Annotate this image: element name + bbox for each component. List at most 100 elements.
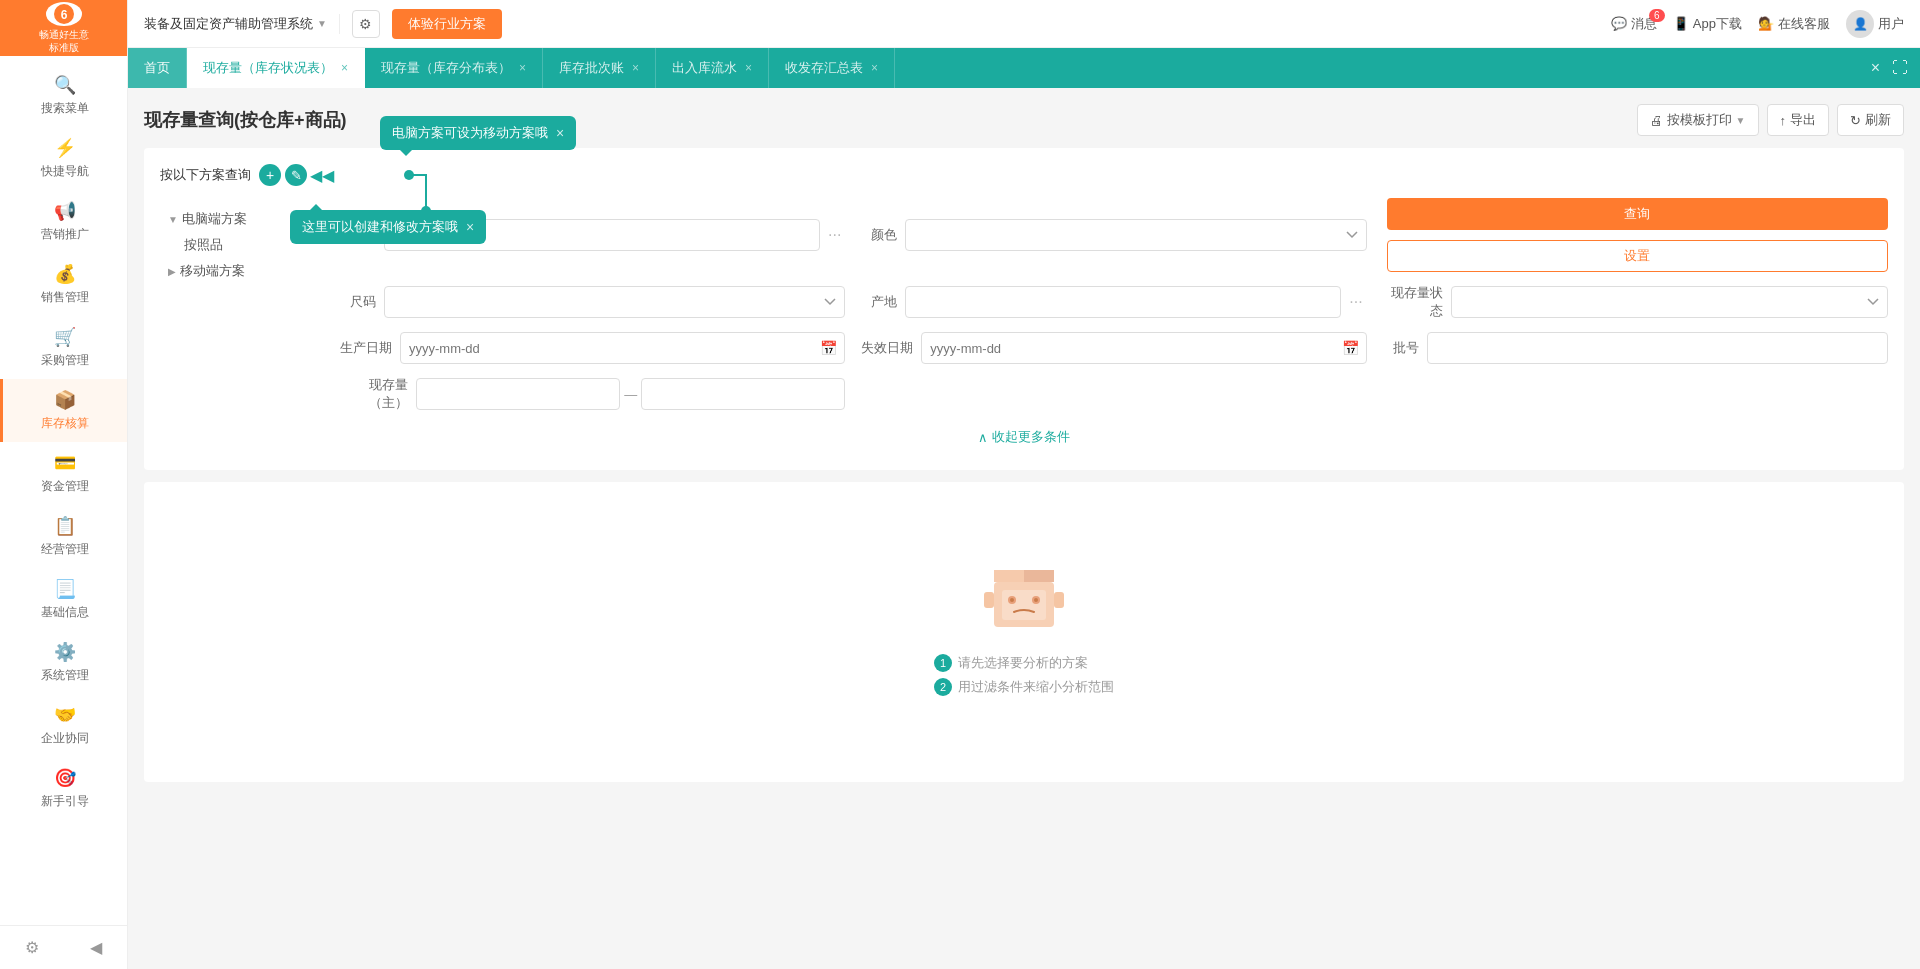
tabs-actions: × ⛶: [1859, 55, 1920, 81]
user-btn[interactable]: 👤 用户: [1846, 10, 1904, 38]
batch-label: 批号: [1379, 339, 1419, 357]
tab-close-inventory-dist[interactable]: ×: [519, 61, 526, 75]
tooltip-text-1: 电脑方案可设为移动方案哦: [392, 124, 548, 142]
filter-row-2: 尺码 产地 ···: [336, 284, 1888, 320]
expire-date-calendar-icon[interactable]: 📅: [1342, 340, 1359, 356]
messages-btn[interactable]: 💬 消息 6: [1611, 15, 1657, 33]
stock-qty-label: 现存量（主）: [336, 376, 408, 412]
search-btn[interactable]: 查询: [1387, 198, 1888, 230]
sidebar-item-sales[interactable]: 💰 销售管理: [0, 253, 127, 316]
tab-maximize-btn[interactable]: ⛶: [1888, 55, 1912, 81]
header-divider: [339, 14, 340, 34]
sidebar-settings-btn[interactable]: ⚙: [25, 938, 39, 957]
tab-inventory-dist[interactable]: 现存量（库存分布表） ×: [365, 48, 543, 88]
origin-more-btn[interactable]: ···: [1345, 293, 1366, 311]
app-logo: 6 畅通好生意 标准版: [0, 0, 127, 56]
tab-close-inout[interactable]: ×: [745, 61, 752, 75]
scheme-arrow-icon: ▼: [168, 214, 178, 225]
tab-close-all-btn[interactable]: ×: [1867, 55, 1884, 81]
scheme-arrow-btn[interactable]: ◀◀: [311, 164, 333, 186]
tab-batch-account[interactable]: 库存批次账 ×: [543, 48, 656, 88]
export-label: 导出: [1790, 111, 1816, 129]
tab-close-inventory-status[interactable]: ×: [341, 61, 348, 75]
svg-rect-8: [984, 592, 994, 608]
sidebar: 6 畅通好生意 标准版 🔍 搜索菜单 ⚡ 快捷导航 📢 营销推广 💰 销售管理 …: [0, 0, 128, 969]
sidebar-item-label: 销售管理: [41, 289, 89, 306]
export-btn[interactable]: ↑ 导出: [1767, 104, 1830, 136]
scheme-item-mobile[interactable]: ▶ 移动端方案: [160, 258, 320, 284]
print-btn[interactable]: 🖨 按模板打印 ▼: [1637, 104, 1759, 136]
filter-field-prod-date: 生产日期 📅: [336, 332, 845, 364]
prod-date-calendar-icon[interactable]: 📅: [820, 340, 837, 356]
sidebar-item-label: 搜索菜单: [41, 100, 89, 117]
purchase-icon: 🛒: [54, 326, 76, 348]
tooltip-close-2[interactable]: ×: [466, 219, 474, 235]
connector-dot-top: [404, 170, 414, 180]
expire-date-input[interactable]: [921, 332, 1366, 364]
tooltip-close-1[interactable]: ×: [556, 125, 564, 141]
system-title-dropdown[interactable]: 装备及固定资产辅助管理系统 ▼: [144, 15, 327, 33]
filter-field-stock-status: 现存量状态: [1379, 284, 1888, 320]
data-area: 1 请先选择要分析的方案 2 用过滤条件来缩小分析范围: [144, 482, 1904, 782]
page-actions: 🖨 按模板打印 ▼ ↑ 导出 ↻ 刷新: [1637, 104, 1904, 136]
tab-inventory-status[interactable]: 现存量（库存状况表） ×: [187, 48, 365, 88]
tab-inout-flow[interactable]: 出入库流水 ×: [656, 48, 769, 88]
tab-close-summary[interactable]: ×: [871, 61, 878, 75]
empty-tip-1: 1 请先选择要分析的方案: [934, 654, 1114, 672]
edit-scheme-btn[interactable]: ✎: [285, 164, 307, 186]
stock-status-select-wrapper: [1451, 286, 1888, 318]
origin-input[interactable]: [905, 286, 1341, 318]
industry-btn[interactable]: 体验行业方案: [392, 9, 502, 39]
svg-point-6: [1010, 598, 1014, 602]
sidebar-item-guide[interactable]: 🎯 新手引导: [0, 757, 127, 820]
settings-icon-btn[interactable]: ⚙: [352, 10, 380, 38]
sidebar-item-system[interactable]: ⚙️ 系统管理: [0, 631, 127, 694]
collapse-label: 收起更多条件: [992, 428, 1070, 446]
prod-date-input[interactable]: [400, 332, 845, 364]
finance-icon: 💳: [54, 452, 76, 474]
tab-inout-flow-label: 出入库流水: [672, 59, 737, 77]
stock-qty-from[interactable]: [416, 378, 620, 410]
stock-qty-to[interactable]: [641, 378, 845, 410]
add-scheme-btn[interactable]: +: [259, 164, 281, 186]
sidebar-item-quicknav[interactable]: ⚡ 快捷导航: [0, 127, 127, 190]
tab-home[interactable]: 首页: [128, 48, 187, 88]
sidebar-item-marketing[interactable]: 📢 营销推广: [0, 190, 127, 253]
app-name: 畅通好生意 标准版: [39, 28, 89, 54]
sidebar-item-cooperation[interactable]: 🤝 企业协同: [0, 694, 127, 757]
tab-summary[interactable]: 收发存汇总表 ×: [769, 48, 895, 88]
sidebar-item-label: 资金管理: [41, 478, 89, 495]
color-select[interactable]: [905, 219, 1366, 251]
scheme-name-mobile: 移动端方案: [180, 262, 312, 280]
sidebar-item-basicinfo[interactable]: 📃 基础信息: [0, 568, 127, 631]
tabs-bar: 首页 现存量（库存状况表） × 现存量（库存分布表） × 库存批次账 × 出入库…: [128, 48, 1920, 88]
sidebar-item-label: 企业协同: [41, 730, 89, 747]
batch-input[interactable]: [1427, 332, 1888, 364]
filter-field-batch: 批号: [1379, 332, 1888, 364]
tip-num-1: 1: [934, 654, 952, 672]
sidebar-collapse-btn[interactable]: ◀: [90, 938, 102, 957]
refresh-btn[interactable]: ↻ 刷新: [1837, 104, 1904, 136]
collapse-bar[interactable]: ∧ 收起更多条件: [160, 420, 1888, 454]
top-header: 装备及固定资产辅助管理系统 ▼ ⚙ 体验行业方案 💬 消息 6 📱 App下载 …: [128, 0, 1920, 48]
tip-text-2: 用过滤条件来缩小分析范围: [958, 678, 1114, 696]
sidebar-item-inventory[interactable]: 📦 库存核算: [0, 379, 127, 442]
tab-close-batch[interactable]: ×: [632, 61, 639, 75]
size-label: 尺码: [336, 293, 376, 311]
sales-icon: 💰: [54, 263, 76, 285]
size-select[interactable]: [384, 286, 845, 318]
sidebar-nav: 🔍 搜索菜单 ⚡ 快捷导航 📢 营销推广 💰 销售管理 🛒 采购管理 📦 库存核…: [0, 56, 127, 925]
filter-row-1: 商品 ··· 颜色: [336, 198, 1888, 272]
reset-btn[interactable]: 设置: [1387, 240, 1888, 272]
sidebar-item-finance[interactable]: 💳 资金管理: [0, 442, 127, 505]
filter-fields-area: 商品 ··· 颜色: [336, 198, 1888, 412]
online-support-btn[interactable]: 💁 在线客服: [1758, 15, 1830, 33]
sidebar-item-purchase[interactable]: 🛒 采购管理: [0, 316, 127, 379]
app-download-btn[interactable]: 📱 App下载: [1673, 15, 1742, 33]
sidebar-item-search[interactable]: 🔍 搜索菜单: [0, 64, 127, 127]
svg-rect-9: [1054, 592, 1064, 608]
product-more-btn[interactable]: ···: [824, 226, 845, 244]
collapse-up-icon: ∧: [978, 430, 988, 445]
sidebar-item-management[interactable]: 📋 经营管理: [0, 505, 127, 568]
stock-status-select[interactable]: [1451, 286, 1888, 318]
